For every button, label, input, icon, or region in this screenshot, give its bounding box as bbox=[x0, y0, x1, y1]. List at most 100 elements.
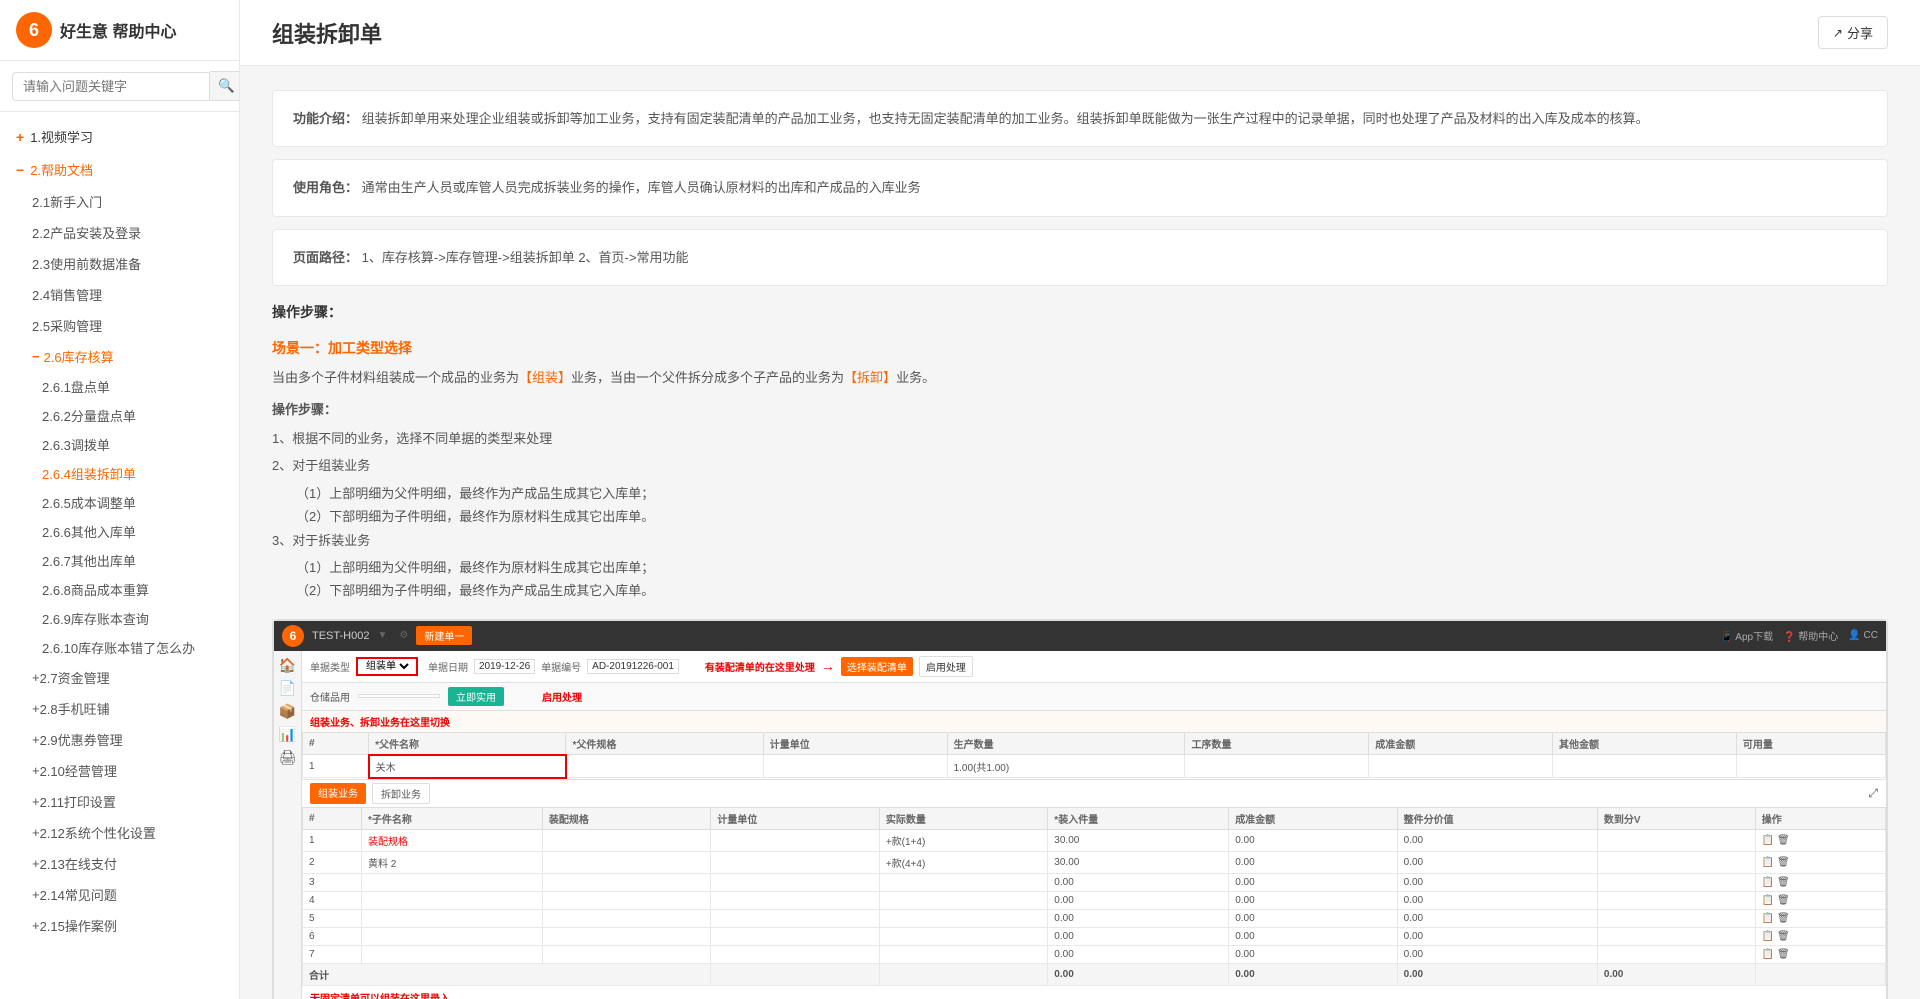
sidebar-item-newbie[interactable]: 2.1新手入门 bbox=[0, 186, 239, 217]
th-parent-spec: *父件规格 bbox=[566, 732, 763, 755]
search-input[interactable] bbox=[12, 72, 210, 101]
sidebar-item-inv2610[interactable]: 2.6.10库存账本错了怎么办 bbox=[0, 633, 239, 662]
sidebar-item-inv264[interactable]: 2.6.4组装拆卸单 bbox=[0, 459, 239, 488]
th-other: 其他金额 bbox=[1553, 732, 1737, 755]
th-row-num: # bbox=[303, 732, 369, 755]
sidebar-item-inv268[interactable]: 2.6.8商品成本重算 bbox=[0, 575, 239, 604]
intro-text: 组装拆卸单用来处理企业组装或拆卸等加工业务，支持有固定装配清单的产品加工业务，也… bbox=[362, 111, 1649, 126]
fake-top-table: # *父件名称 *父件规格 计量单位 生产数量 工序数量 成准金额 其他金额 bbox=[302, 732, 1886, 779]
sidebar-item-inv262[interactable]: 2.6.2分量盘点单 bbox=[0, 401, 239, 430]
fake-main-content: 单据类型 组装单 拆卸单 单据日期 2019-12-26 单据编号 bbox=[302, 651, 1886, 999]
plus-icon-print: + bbox=[32, 794, 40, 809]
role-label: 使用角色： bbox=[293, 180, 358, 195]
role-text: 通常由生产人员或库管人员完成拆装业务的操作，库管人员确认原材料的出库和产成品的入… bbox=[362, 180, 921, 195]
fake-sidebar-icon2: 📄 bbox=[279, 680, 296, 697]
plus-icon-online: + bbox=[32, 856, 40, 871]
th-parent-name: *父件名称 bbox=[369, 732, 566, 755]
scenario1-title: 场景一：加工类型选择 bbox=[272, 338, 1888, 358]
path-label: 页面路径： bbox=[293, 250, 358, 265]
sidebar-item-sales[interactable]: 2.4销售管理 bbox=[0, 279, 239, 310]
btable-row-2: 2 黄料 2 +款(4+4) 30.00 0.00 0.00 bbox=[303, 851, 1886, 873]
step3-1: （1）上部明细为父件明细，最终作为原材料生成其它出库单； bbox=[272, 556, 1888, 579]
sidebar-item-purchase[interactable]: 2.5采购管理 bbox=[0, 310, 239, 341]
table-row-top-1: 1 关木 1.00(共1.00) bbox=[303, 755, 1886, 778]
sidebar-item-predata[interactable]: 2.3使用前数据准备 bbox=[0, 248, 239, 279]
btable-row-4: 4 0.00 0.00 0.00 bbox=[303, 891, 1886, 909]
sidebar-item-faq[interactable]: + 2.14常见问题 bbox=[0, 879, 239, 910]
sidebar-item-video[interactable]: + 1.视频学习 bbox=[0, 120, 239, 153]
plus-icon: + bbox=[16, 129, 24, 145]
th-proc-qty: 工序数量 bbox=[1185, 732, 1369, 755]
steps-title: 操作步骤： bbox=[272, 398, 1888, 421]
sidebar-item-install[interactable]: 2.2产品安装及登录 bbox=[0, 217, 239, 248]
sidebar-item-inv261[interactable]: 2.6.1盘点单 bbox=[0, 372, 239, 401]
step2: 2、对于组装业务 bbox=[272, 454, 1888, 477]
btable-row-5: 5 0.00 0.00 0.00 bbox=[303, 909, 1886, 927]
arrow-to-btn: → bbox=[821, 658, 835, 674]
annotation1: 有装配清单的在这里处理 bbox=[705, 659, 815, 674]
fake-warehouse-input bbox=[358, 694, 440, 698]
sidebar-item-cases[interactable]: + 2.15操作案例 bbox=[0, 910, 239, 941]
fake-warehouse-label: 仓储品用 bbox=[310, 689, 350, 704]
td-prod-qty: 1.00(共1.00) bbox=[947, 755, 1185, 778]
fake-bottom-toolbar: 组装业务 拆卸业务 ⤢ bbox=[302, 779, 1886, 807]
annotation4: 无固定清单可以组装在这里录入 bbox=[310, 994, 450, 999]
bth-child-spec: 装配规格 bbox=[542, 807, 710, 829]
td-num: 1 bbox=[303, 755, 369, 778]
fake-toolbar-label1: 单据类型 bbox=[310, 659, 350, 674]
td-unit bbox=[763, 755, 947, 778]
search-button[interactable]: 🔍 bbox=[210, 71, 240, 101]
sidebar-item-inv263[interactable]: 2.6.3调拨单 bbox=[0, 430, 239, 459]
sidebar-item-coupon[interactable]: + 2.9优惠券管理 bbox=[0, 724, 239, 755]
minus-icon-docs: − bbox=[16, 162, 24, 178]
fake-enable-btn[interactable]: 启用处理 bbox=[919, 656, 973, 677]
fake-bottom-tabs: 组装业务 拆卸业务 bbox=[310, 783, 430, 804]
share-icon: ↗ bbox=[1833, 26, 1843, 40]
fake-sure-btn[interactable]: 立即实用 bbox=[448, 687, 504, 706]
sidebar-nav: + 1.视频学习 − 2.帮助文档 2.1新手入门 2.2产品安装及登录 2.3… bbox=[0, 112, 239, 999]
sidebar-item-print[interactable]: + 2.11打印设置 bbox=[0, 786, 239, 817]
fake-dropdown-icon: ▼ bbox=[377, 630, 387, 641]
step2-1: （1）上部明细为父件明细，最终作为产成品生成其它入库单； bbox=[272, 482, 1888, 505]
intro-block: 功能介绍： 组装拆卸单用来处理企业组装或拆卸等加工业务，支持有固定装配清单的产品… bbox=[272, 90, 1888, 147]
step1: 1、根据不同的业务，选择不同单据的类型来处理 bbox=[272, 427, 1888, 450]
sidebar-item-inventory[interactable]: − 2.6库存核算 bbox=[0, 341, 239, 372]
plus-icon-mgmt: + bbox=[32, 763, 40, 778]
fake-date-label: 单据日期 bbox=[428, 659, 468, 674]
sidebar-item-mobile[interactable]: + 2.8手机旺铺 bbox=[0, 693, 239, 724]
share-button[interactable]: ↗ 分享 bbox=[1818, 16, 1888, 49]
bth-unit: 计量单位 bbox=[711, 807, 879, 829]
btable-row-7: 7 0.00 0.00 0.00 bbox=[303, 945, 1886, 963]
sidebar-item-inv266[interactable]: 2.6.6其他入库单 bbox=[0, 517, 239, 546]
fake-ui-body-wrapper: 🏠 📄 📦 📊 🖨 单据类型 bbox=[274, 651, 1886, 999]
sidebar-item-inv269[interactable]: 2.6.9库存账本查询 bbox=[0, 604, 239, 633]
sidebar-item-custom[interactable]: + 2.12系统个性化设置 bbox=[0, 817, 239, 848]
td-proc-qty bbox=[1185, 755, 1369, 778]
fake-sidebar-icon3: 📦 bbox=[279, 703, 296, 720]
search-box: 🔍 bbox=[0, 61, 239, 112]
sidebar-item-inv265[interactable]: 2.6.5成本调整单 bbox=[0, 488, 239, 517]
td-avail bbox=[1736, 755, 1885, 778]
sidebar-item-finance[interactable]: + 2.7资金管理 bbox=[0, 662, 239, 693]
sidebar-item-docs[interactable]: − 2.帮助文档 bbox=[0, 153, 239, 186]
operations-section: 操作步骤： 场景一：加工类型选择 当由多个子件材料组装成一个成品的业务为【组装】… bbox=[272, 302, 1888, 999]
path-block: 页面路径： 1、库存核算->库存管理->组装拆卸单 2、首页->常用功能 bbox=[272, 229, 1888, 286]
fake-type-select[interactable]: 组装单 拆卸单 bbox=[362, 660, 412, 673]
sidebar-item-inv267[interactable]: 2.6.7其他出库单 bbox=[0, 546, 239, 575]
sidebar-item-mgmt[interactable]: + 2.10经营管理 bbox=[0, 755, 239, 786]
fake-nav-help: ❓ 帮助中心 bbox=[1783, 628, 1838, 643]
bth-divv: 数到分V bbox=[1597, 807, 1755, 829]
sidebar: 6 好生意 帮助中心 🔍 + 1.视频学习 − 2.帮助文档 2.1新手入门 2… bbox=[0, 0, 240, 999]
fake-select-bill-btn[interactable]: 选择装配清单 bbox=[841, 657, 913, 676]
sidebar-header: 6 好生意 帮助中心 bbox=[0, 0, 239, 61]
fake-tab-bottom-active: 组装业务 bbox=[310, 783, 366, 804]
bth-parts-qty: *装入件量 bbox=[1048, 807, 1229, 829]
fake-sidebar-icon1: 🏠 bbox=[279, 657, 296, 674]
fake-settings-icon: ⚙ bbox=[399, 630, 408, 641]
plus-icon-finance: + bbox=[32, 670, 40, 685]
sidebar-item-online[interactable]: + 2.13在线支付 bbox=[0, 848, 239, 879]
annotation3: 启用处理 bbox=[542, 689, 582, 704]
fake-billno-value: AD-20191226-001 bbox=[587, 659, 679, 674]
sidebar-item-docs-label: 2.帮助文档 bbox=[30, 160, 93, 179]
th-unit: 计量单位 bbox=[763, 732, 947, 755]
